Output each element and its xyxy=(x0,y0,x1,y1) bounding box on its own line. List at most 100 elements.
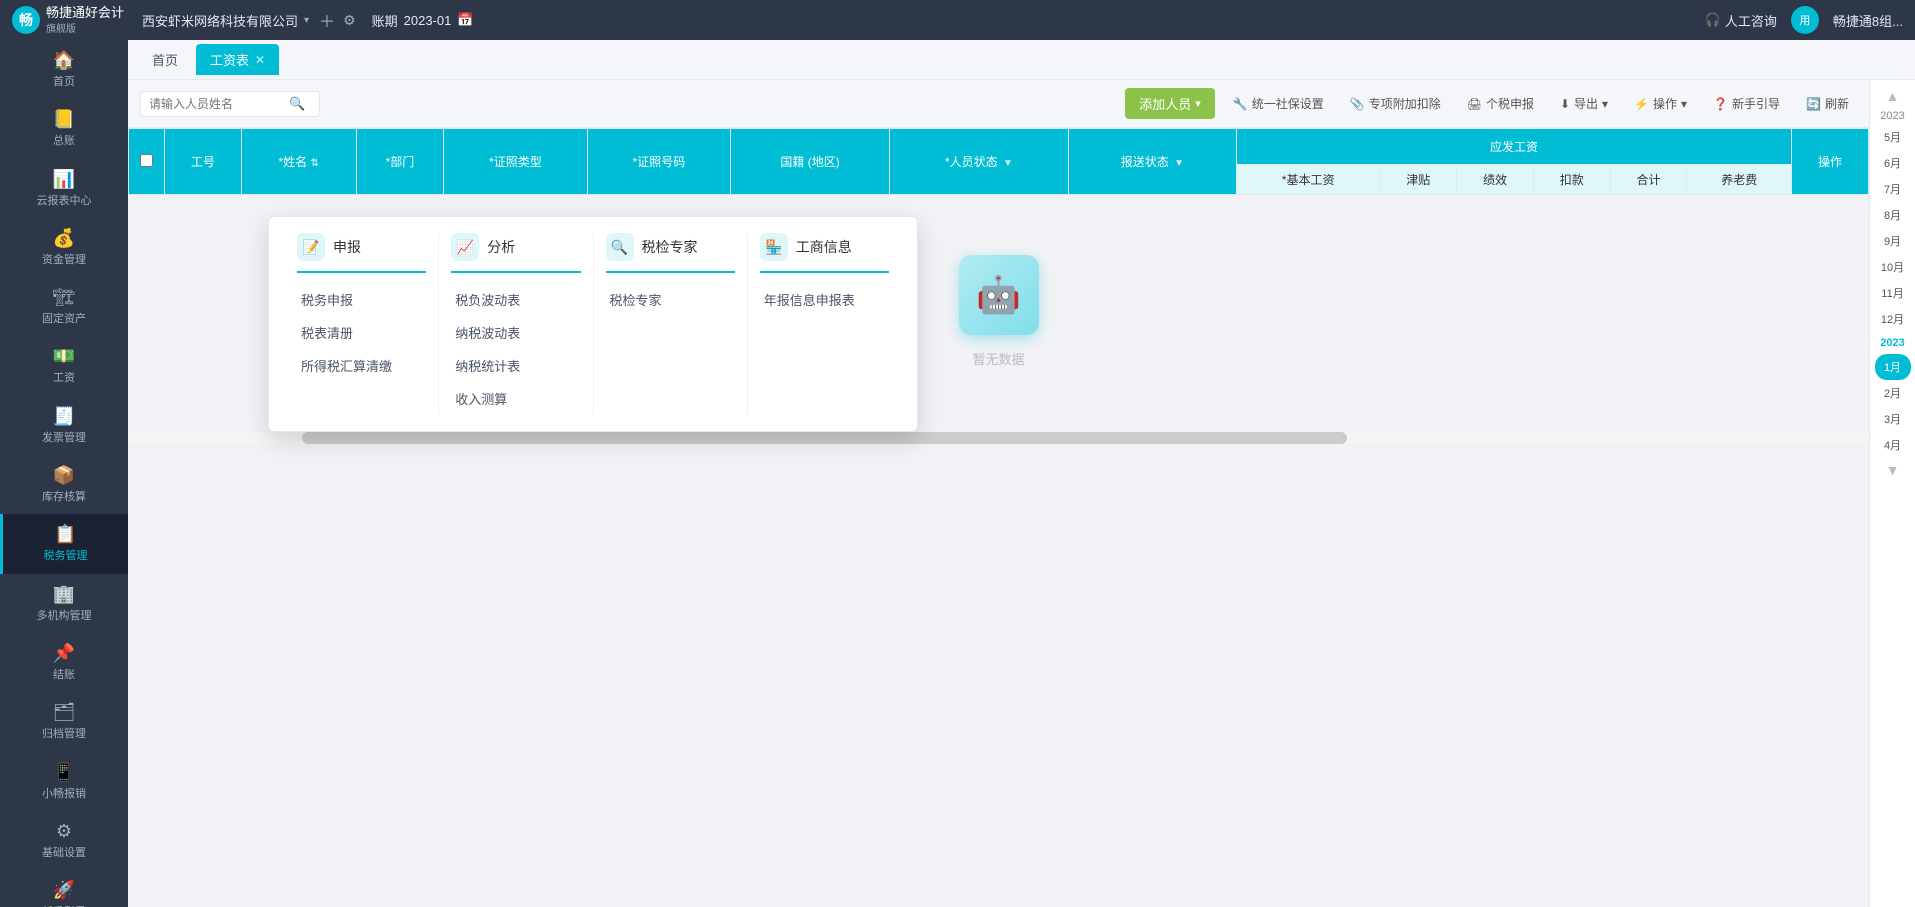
content-area: 首页 工资表 ✕ 🔍 添加人员 ▾ xyxy=(128,40,1915,907)
search-icon[interactable]: 🔍 xyxy=(289,96,305,112)
timeline-month-aug[interactable]: 8月 xyxy=(1875,202,1911,228)
sidebar-item-tax[interactable]: 📋 税务管理 xyxy=(0,514,128,573)
sidebar-item-salary[interactable]: 💵 工资 xyxy=(0,336,128,395)
tab-close-icon[interactable]: ✕ xyxy=(255,53,265,67)
timeline-month-nov[interactable]: 11月 xyxy=(1875,280,1911,306)
top-bar-right: 🎧 人工咨询 用 畅捷通8组... xyxy=(1705,6,1903,34)
expert-icon: 🔍 xyxy=(606,233,634,261)
social-insurance-icon: 🔧 xyxy=(1233,97,1248,111)
col-person-status[interactable]: *人员状态 ▼ xyxy=(889,129,1068,195)
sidebar-item-ledger[interactable]: 📒 总账 xyxy=(0,99,128,158)
service-button[interactable]: 🎧 人工咨询 xyxy=(1705,11,1777,30)
refresh-button[interactable]: 🔄 刷新 xyxy=(1798,91,1857,116)
timeline-month-oct[interactable]: 10月 xyxy=(1875,254,1911,280)
sidebar-item-inventory[interactable]: 📦 库存核算 xyxy=(0,455,128,514)
timeline-down-arrow[interactable]: ▼ xyxy=(1882,458,1904,482)
special-deduct-icon: 📎 xyxy=(1350,97,1365,111)
timeline-up-arrow[interactable]: ▲ xyxy=(1882,84,1904,108)
operate-label: 操作 xyxy=(1653,95,1677,112)
timeline-year-2023-top: 2023 xyxy=(1880,108,1904,124)
period-selector[interactable]: 账期 2023-01 📅 xyxy=(372,11,474,30)
section-declare-header: 📝 申报 xyxy=(297,233,426,273)
tab-bar: 首页 工资表 ✕ xyxy=(128,40,1915,80)
sidebar-item-close[interactable]: 📌 结账 xyxy=(0,633,128,692)
calendar-icon: 📅 xyxy=(457,12,473,28)
logo: 畅 畅捷通好会计 旗舰版 xyxy=(12,5,132,36)
export-button[interactable]: ⬇ 导出 ▾ xyxy=(1552,91,1616,116)
add-button[interactable]: ＋ xyxy=(319,8,335,32)
tax-icon: 📋 xyxy=(54,524,76,545)
col-operate: 操作 xyxy=(1792,129,1869,195)
timeline-month-mar[interactable]: 3月 xyxy=(1875,406,1911,432)
cloud-icon: 📊 xyxy=(53,169,75,190)
col-deduct: 扣款 xyxy=(1533,165,1610,195)
dropdown-item-expert[interactable]: 税检专家 xyxy=(606,283,735,316)
sidebar-item-fund[interactable]: 💰 资金管理 xyxy=(0,218,128,277)
dropdown-item-tax-form[interactable]: 税表清册 xyxy=(297,316,426,349)
search-input[interactable] xyxy=(149,97,289,111)
sidebar-item-invoice[interactable]: 🧾 发票管理 xyxy=(0,396,128,455)
filter-person-icon[interactable]: ▼ xyxy=(1003,158,1013,169)
sort-icon[interactable]: ⇅ xyxy=(311,158,319,169)
sidebar-item-xiaochang[interactable]: 📱 小畅报销 xyxy=(0,752,128,811)
service-label: 人工咨询 xyxy=(1725,11,1777,30)
timeline-month-jun[interactable]: 6月 xyxy=(1875,150,1911,176)
username: 畅捷通8组... xyxy=(1833,11,1903,30)
dropdown-item-tax-declare[interactable]: 税务申报 xyxy=(297,283,426,316)
dropdown-item-annual-report[interactable]: 年报信息申报表 xyxy=(760,283,889,316)
dropdown-section-declare: 📝 申报 税务申报 税表清册 所得税汇算清缴 xyxy=(285,233,439,415)
sidebar-item-multi[interactable]: 🏢 多机构管理 xyxy=(0,574,128,633)
dropdown-item-tax-wave[interactable]: 税负波动表 xyxy=(451,283,580,316)
main-layout: 🏠 首页 📒 总账 📊 云报表中心 💰 资金管理 🏗 固定资产 💵 工资 🧾 发… xyxy=(0,40,1915,907)
tab-salary[interactable]: 工资表 ✕ xyxy=(196,44,279,75)
tab-salary-label: 工资表 xyxy=(210,50,249,69)
empty-robot-icon: 🤖 xyxy=(959,255,1039,335)
timeline-month-apr[interactable]: 4月 xyxy=(1875,432,1911,458)
special-deduct-label: 专项附加扣除 xyxy=(1369,95,1441,112)
timeline-year-label-2023: 2023 xyxy=(1875,332,1911,354)
timeline-month-jul[interactable]: 7月 xyxy=(1875,176,1911,202)
headset-icon: 🎧 xyxy=(1705,12,1721,28)
add-person-button[interactable]: 添加人员 ▾ xyxy=(1125,88,1215,119)
guide-icon: 🚀 xyxy=(53,880,75,901)
col-allowance: 津贴 xyxy=(1380,165,1457,195)
settings-icon[interactable]: ⚙ xyxy=(343,12,356,29)
col-salary-group: 应发工资 xyxy=(1236,129,1791,165)
timeline-month-feb[interactable]: 2月 xyxy=(1875,380,1911,406)
archive-icon: 🗂 xyxy=(53,702,76,723)
dropdown-item-tax-pay-wave[interactable]: 纳税波动表 xyxy=(451,316,580,349)
social-insurance-button[interactable]: 🔧 统一社保设置 xyxy=(1225,91,1332,116)
sidebar-item-guide[interactable]: 🚀 新手引导 xyxy=(0,870,128,907)
filter-report-icon[interactable]: ▼ xyxy=(1174,158,1184,169)
operate-button[interactable]: ⚡ 操作 ▾ xyxy=(1626,91,1695,116)
horizontal-scrollbar[interactable] xyxy=(128,432,1869,444)
checkbox-all[interactable] xyxy=(140,154,153,167)
sidebar-item-cloud[interactable]: 📊 云报表中心 xyxy=(0,159,128,218)
invoice-icon: 🧾 xyxy=(53,406,75,427)
tax-declare-button[interactable]: 🖨 个税申报 xyxy=(1459,91,1542,116)
dropdown-item-tax-stat[interactable]: 纳税统计表 xyxy=(451,349,580,382)
refresh-icon: 🔄 xyxy=(1806,97,1821,111)
sidebar-item-basic[interactable]: ⚙ 基础设置 xyxy=(0,811,128,870)
timeline-month-dec[interactable]: 12月 xyxy=(1875,306,1911,332)
sidebar-item-home[interactable]: 🏠 首页 xyxy=(0,40,128,99)
table-wrap: 工号 *姓名 ⇅ *部门 *证照类型 xyxy=(128,128,1869,907)
tab-home[interactable]: 首页 xyxy=(138,44,192,75)
timeline-month-sep[interactable]: 9月 xyxy=(1875,228,1911,254)
col-report-status[interactable]: 报送状态 ▼ xyxy=(1068,129,1236,195)
period-value: 2023-01 xyxy=(404,13,452,28)
select-all-checkbox[interactable] xyxy=(129,129,165,195)
sidebar: 🏠 首页 📒 总账 📊 云报表中心 💰 资金管理 🏗 固定资产 💵 工资 🧾 发… xyxy=(0,40,128,907)
company-selector[interactable]: 西安虾米网络科技有限公司 ▾ xyxy=(142,11,309,30)
dropdown-item-income-settle[interactable]: 所得税汇算清缴 xyxy=(297,349,426,382)
dropdown-item-income-calc[interactable]: 收入测算 xyxy=(451,382,580,415)
timeline-month-jan[interactable]: 1月 xyxy=(1875,354,1911,380)
avatar: 用 xyxy=(1791,6,1819,34)
sidebar-item-archive[interactable]: 🗂 归档管理 xyxy=(0,692,128,751)
special-deduct-button[interactable]: 📎 专项附加扣除 xyxy=(1342,91,1449,116)
operate-icon: ⚡ xyxy=(1634,97,1649,111)
new-guide-button[interactable]: ❓ 新手引导 xyxy=(1705,91,1788,116)
timeline-month-may[interactable]: 5月 xyxy=(1875,124,1911,150)
basic-icon: ⚙ xyxy=(56,821,72,842)
sidebar-item-fixed[interactable]: 🏗 固定资产 xyxy=(0,277,128,336)
